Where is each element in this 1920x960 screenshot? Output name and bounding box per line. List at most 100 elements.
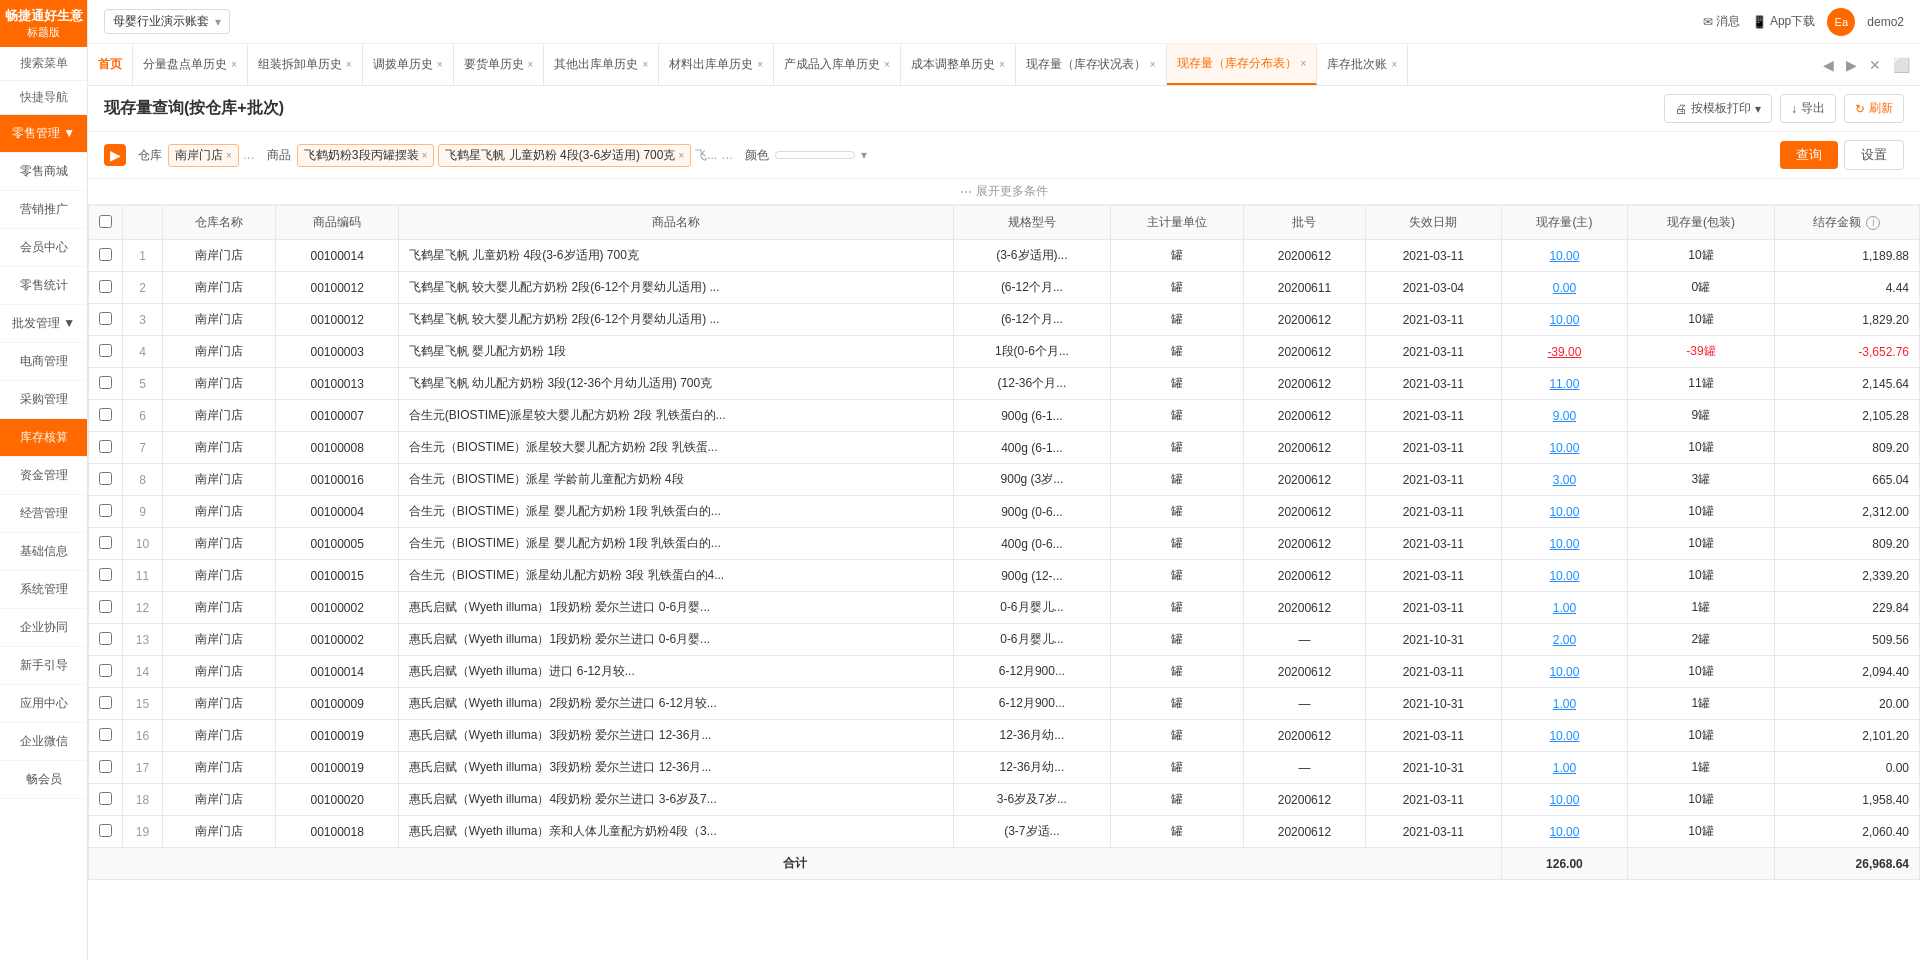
row-qty-main[interactable]: 0.00 [1501, 272, 1628, 304]
message-button[interactable]: ✉ 消息 [1703, 13, 1740, 30]
row-checkbox[interactable] [89, 496, 123, 528]
row-checkbox[interactable] [89, 240, 123, 272]
product-more-label[interactable]: 飞... [695, 147, 717, 164]
sidebar-item-member[interactable]: 会员中心 [0, 229, 87, 267]
sidebar-item-member2[interactable]: 畅会员 [0, 761, 87, 799]
quick-nav-button[interactable]: 快捷导航 [0, 81, 87, 115]
sidebar-item-purchase[interactable]: 采购管理 [0, 381, 87, 419]
tab-mix[interactable]: 调拨单历史 × [363, 44, 454, 85]
row-checkbox[interactable] [89, 432, 123, 464]
row-checkbox[interactable] [89, 368, 123, 400]
row-qty-main[interactable]: 11.00 [1501, 368, 1628, 400]
row-qty-main[interactable]: 10.00 [1501, 784, 1628, 816]
row-checkbox[interactable] [89, 656, 123, 688]
row-checkbox[interactable] [89, 304, 123, 336]
color-select[interactable] [775, 151, 855, 159]
expand-filter-button[interactable]: ⋯ 展开更多条件 [960, 183, 1048, 200]
row-checkbox[interactable] [89, 784, 123, 816]
tab-cost-adjust-close[interactable]: × [999, 59, 1005, 70]
row-qty-main[interactable]: -39.00 [1501, 336, 1628, 368]
row-qty-main[interactable]: 10.00 [1501, 304, 1628, 336]
row-qty-main[interactable]: 10.00 [1501, 816, 1628, 848]
print-button[interactable]: 🖨 按模板打印 ▾ [1664, 94, 1772, 123]
tab-maximize-button[interactable]: ⬜ [1893, 57, 1910, 73]
row-checkbox[interactable] [89, 816, 123, 848]
row-checkbox[interactable] [89, 592, 123, 624]
select-all-checkbox[interactable] [99, 215, 112, 228]
tab-mix-close[interactable]: × [437, 59, 443, 70]
row-checkbox[interactable] [89, 336, 123, 368]
product-more-dots[interactable]: … [721, 148, 733, 162]
tab-close-all-button[interactable]: ✕ [1869, 57, 1881, 73]
tab-disassemble-close[interactable]: × [346, 59, 352, 70]
refresh-button[interactable]: ↻ 刷新 [1844, 94, 1904, 123]
sidebar-item-retail[interactable]: 零售管理 ▼ [0, 115, 87, 153]
sidebar-item-guide[interactable]: 新手引导 [0, 647, 87, 685]
sidebar-item-marketing[interactable]: 营销推广 [0, 191, 87, 229]
tab-other-out[interactable]: 其他出库单历史 × [544, 44, 659, 85]
row-qty-main[interactable]: 1.00 [1501, 688, 1628, 720]
tab-batch-account-close[interactable]: × [1391, 59, 1397, 70]
warehouse-select[interactable]: 母婴行业演示账套 ▾ [104, 9, 230, 34]
row-qty-main[interactable]: 10.00 [1501, 656, 1628, 688]
amount-info-icon[interactable]: i [1866, 216, 1880, 230]
row-checkbox[interactable] [89, 464, 123, 496]
tab-request-close[interactable]: × [528, 59, 534, 70]
warehouse-tag-close[interactable]: × [226, 150, 232, 161]
tab-inventory-dist-close[interactable]: × [1301, 58, 1307, 69]
tab-prev-button[interactable]: ◀ [1823, 57, 1834, 73]
warehouse-more-dots[interactable]: … [243, 148, 255, 162]
tab-cost-adjust[interactable]: 成本调整单历史 × [901, 44, 1016, 85]
export-button[interactable]: ↓ 导出 [1780, 94, 1836, 123]
sidebar-item-system[interactable]: 系统管理 [0, 571, 87, 609]
tab-split-inventory[interactable]: 分量盘点单历史 × [133, 44, 248, 85]
sidebar-item-stats[interactable]: 零售统计 [0, 267, 87, 305]
product-tag-2-close[interactable]: × [678, 150, 684, 161]
search-menu-button[interactable]: 搜索菜单 [0, 47, 87, 81]
sidebar-item-apps[interactable]: 应用中心 [0, 685, 87, 723]
sidebar-item-ecommerce[interactable]: 电商管理 [0, 343, 87, 381]
tab-material-out[interactable]: 材料出库单历史 × [659, 44, 774, 85]
tab-material-out-close[interactable]: × [757, 59, 763, 70]
row-qty-main[interactable]: 10.00 [1501, 496, 1628, 528]
row-checkbox[interactable] [89, 624, 123, 656]
row-qty-main[interactable]: 9.00 [1501, 400, 1628, 432]
tab-other-out-close[interactable]: × [642, 59, 648, 70]
tab-inventory-dist[interactable]: 现存量（库存分布表） × [1167, 44, 1318, 85]
row-checkbox[interactable] [89, 528, 123, 560]
row-qty-main[interactable]: 10.00 [1501, 720, 1628, 752]
user-avatar[interactable]: Ea [1827, 8, 1855, 36]
tab-request[interactable]: 要货单历史 × [454, 44, 545, 85]
sidebar-item-retail-shop[interactable]: 零售商城 [0, 153, 87, 191]
sidebar-item-operation[interactable]: 经营管理 [0, 495, 87, 533]
tab-inventory-status-close[interactable]: × [1150, 59, 1156, 70]
app-download-button[interactable]: 📱 App下载 [1752, 13, 1815, 30]
sidebar-item-wechat[interactable]: 企业微信 [0, 723, 87, 761]
tab-product-in-close[interactable]: × [884, 59, 890, 70]
tab-batch-account[interactable]: 库存批次账 × [1317, 44, 1408, 85]
sidebar-item-wholesale[interactable]: 批发管理 ▼ [0, 305, 87, 343]
row-checkbox[interactable] [89, 720, 123, 752]
row-qty-main[interactable]: 1.00 [1501, 592, 1628, 624]
row-checkbox[interactable] [89, 688, 123, 720]
row-qty-main[interactable]: 10.00 [1501, 240, 1628, 272]
query-button[interactable]: 查询 [1780, 141, 1838, 169]
row-qty-main[interactable]: 10.00 [1501, 560, 1628, 592]
row-qty-main[interactable]: 3.00 [1501, 464, 1628, 496]
row-checkbox[interactable] [89, 272, 123, 304]
settings-button[interactable]: 设置 [1844, 140, 1904, 170]
row-qty-main[interactable]: 1.00 [1501, 752, 1628, 784]
tab-home[interactable]: 首页 [88, 44, 133, 85]
product-tag-1-close[interactable]: × [422, 150, 428, 161]
row-checkbox[interactable] [89, 752, 123, 784]
filter-toggle-button[interactable]: ▶ [104, 144, 126, 166]
row-qty-main[interactable]: 10.00 [1501, 528, 1628, 560]
row-qty-main[interactable]: 2.00 [1501, 624, 1628, 656]
tab-split-inventory-close[interactable]: × [231, 59, 237, 70]
sidebar-logo[interactable]: 畅捷通好生意 标题版 [0, 0, 87, 47]
sidebar-item-finance[interactable]: 资金管理 [0, 457, 87, 495]
sidebar-item-basic[interactable]: 基础信息 [0, 533, 87, 571]
row-qty-main[interactable]: 10.00 [1501, 432, 1628, 464]
row-checkbox[interactable] [89, 400, 123, 432]
tab-disassemble[interactable]: 组装拆卸单历史 × [248, 44, 363, 85]
